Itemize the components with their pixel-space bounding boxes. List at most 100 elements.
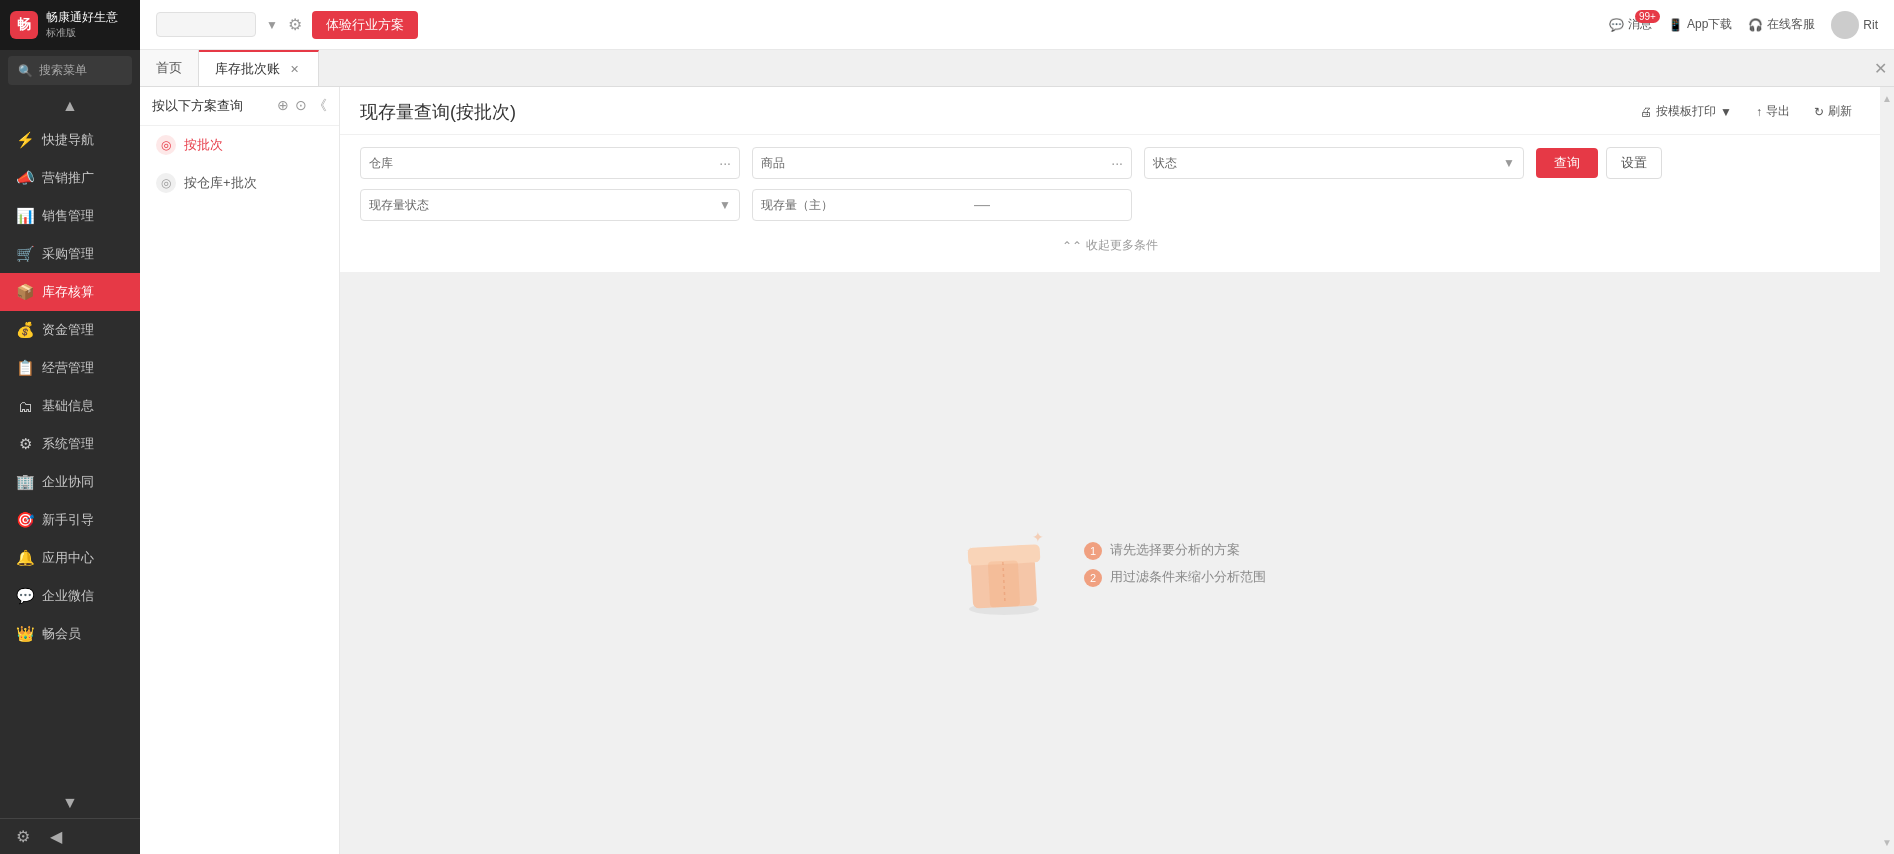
page-header-actions: 🖨 按模板打印 ▼ ↑ 导出 ↻ 刷新 (1632, 99, 1860, 124)
inventory-status-filter[interactable]: 现存量状态 ▼ (360, 189, 740, 221)
sidebar-item-quick-nav[interactable]: ⚡ 快捷导航 (0, 121, 140, 159)
topbar-search-box[interactable] (156, 12, 256, 37)
online-service-action[interactable]: 🎧 在线客服 (1748, 16, 1815, 33)
quick-nav-icon: ⚡ (16, 131, 34, 149)
topbar-gear-icon[interactable]: ⚙ (288, 15, 302, 34)
collapse-up-icon: ⌃⌃ (1062, 239, 1082, 253)
refresh-label: 刷新 (1828, 103, 1852, 120)
page-title: 现存量查询(按批次) (360, 100, 516, 124)
query-button[interactable]: 查询 (1536, 148, 1598, 178)
sidebar-item-corp-wechat[interactable]: 💬 企业微信 (0, 577, 140, 615)
filter-actions: 查询 设置 (1536, 147, 1662, 179)
sidebar-item-system[interactable]: ⚙ 系统管理 (0, 425, 140, 463)
sidebar-item-member[interactable]: 👑 畅会员 (0, 615, 140, 653)
sidebar-item-operation[interactable]: 📋 经营管理 (0, 349, 140, 387)
sidebar-search[interactable]: 🔍 搜索菜单 (8, 56, 132, 85)
sidebar-scroll-up[interactable]: ▲ (58, 93, 82, 119)
right-scrollbar: ▲ ▼ (1880, 87, 1894, 854)
warehouse-filter[interactable]: 仓库 ··· (360, 147, 740, 179)
guide-icon: 🎯 (16, 511, 34, 529)
sidebar-item-inventory[interactable]: 📦 库存核算 (0, 273, 140, 311)
message-action[interactable]: 💬 消息 99+ (1609, 16, 1652, 33)
add-scheme-icon[interactable]: ⊕ (277, 97, 289, 115)
settings-scheme-icon[interactable]: ⊙ (295, 97, 307, 115)
inventory-qty-filter[interactable]: 现存量（主） — (752, 189, 1132, 221)
inventory-icon: 📦 (16, 283, 34, 301)
settings-button[interactable]: 设置 (1606, 147, 1662, 179)
collapse-icon[interactable]: ◀ (50, 827, 62, 846)
status-filter[interactable]: 状态 ▼ (1144, 147, 1524, 179)
app-title: 畅康通好生意 (46, 10, 118, 26)
svg-text:✦: ✦ (1032, 529, 1044, 545)
tip-text-2: 用过滤条件来缩小分析范围 (1110, 568, 1266, 586)
filter-row-1: 仓库 ··· 商品 ··· 状态 ▼ 查询 (360, 147, 1860, 179)
warehouse-more-icon[interactable]: ··· (719, 155, 731, 171)
sidebar-scroll-down[interactable]: ▼ (58, 790, 82, 816)
user-menu[interactable]: Rit (1831, 11, 1878, 39)
right-panel: 现存量查询(按批次) 🖨 按模板打印 ▼ ↑ 导出 ↻ 刷新 (340, 87, 1880, 854)
scroll-down-arrow[interactable]: ▼ (1880, 835, 1894, 850)
left-panel-header: 按以下方案查询 ⊕ ⊙ 《 (140, 87, 339, 126)
search-icon: 🔍 (18, 64, 33, 78)
avatar (1831, 11, 1859, 39)
refresh-button[interactable]: ↻ 刷新 (1806, 99, 1860, 124)
empty-tips: 1 请先选择要分析的方案 2 用过滤条件来缩小分析范围 (1084, 541, 1266, 587)
app-download-label: App下载 (1687, 16, 1732, 33)
enterprise-icon: 🏢 (16, 473, 34, 491)
sales-icon: 📊 (16, 207, 34, 225)
inventory-status-label: 现存量状态 (369, 197, 437, 214)
purchase-icon: 🛒 (16, 245, 34, 263)
sidebar-item-sales[interactable]: 📊 销售管理 (0, 197, 140, 235)
scheme-item-by-batch[interactable]: ◎ 按批次 (140, 126, 339, 164)
topbar-actions: 💬 消息 99+ 📱 App下载 🎧 在线客服 Rit (1609, 11, 1878, 39)
sidebar-item-label: 快捷导航 (42, 131, 94, 149)
sidebar-item-label: 企业微信 (42, 587, 94, 605)
collapse-left-icon[interactable]: 《 (313, 97, 327, 115)
settings-icon[interactable]: ⚙ (16, 827, 30, 846)
page-header: 现存量查询(按批次) 🖨 按模板打印 ▼ ↑ 导出 ↻ 刷新 (340, 87, 1880, 135)
empty-illustration: ✦ ✦ (954, 514, 1054, 614)
product-filter[interactable]: 商品 ··· (752, 147, 1132, 179)
empty-content: ✦ ✦ 1 请先选择要分析的方案 2 用过滤条件来缩小分析范围 (954, 514, 1266, 614)
sidebar-item-label: 系统管理 (42, 435, 94, 453)
tab-close-icon[interactable]: ✕ (286, 61, 302, 77)
status-arrow-icon[interactable]: ▼ (1503, 156, 1515, 170)
tab-home[interactable]: 首页 (140, 50, 199, 86)
sidebar-item-app-center[interactable]: 🔔 应用中心 (0, 539, 140, 577)
tab-batch-account[interactable]: 库存批次账 ✕ (199, 50, 319, 86)
export-icon: ↑ (1756, 105, 1762, 119)
collapse-filters-button[interactable]: ⌃⌃ 收起更多条件 (360, 231, 1860, 260)
scheme-item-by-warehouse-batch[interactable]: ◎ 按仓库+批次 (140, 164, 339, 202)
inventory-status-arrow[interactable]: ▼ (719, 198, 731, 212)
sidebar-item-purchase[interactable]: 🛒 采购管理 (0, 235, 140, 273)
sidebar: 畅 畅康通好生意 标准版 🔍 搜索菜单 ▲ ⚡ 快捷导航 📣 营销推广 📊 销售… (0, 0, 140, 854)
app-download-action[interactable]: 📱 App下载 (1668, 16, 1732, 33)
product-more-icon[interactable]: ··· (1111, 155, 1123, 171)
sidebar-item-enterprise[interactable]: 🏢 企业协同 (0, 463, 140, 501)
message-icon: 💬 (1609, 18, 1624, 32)
sidebar-item-label: 经营管理 (42, 359, 94, 377)
sidebar-item-guide[interactable]: 🎯 新手引导 (0, 501, 140, 539)
scroll-up-arrow[interactable]: ▲ (1880, 91, 1894, 106)
service-icon: 🎧 (1748, 18, 1763, 32)
tip-text-1: 请先选择要分析的方案 (1110, 541, 1240, 559)
tab-home-label: 首页 (156, 59, 182, 77)
sidebar-item-label: 新手引导 (42, 511, 94, 529)
svg-rect-3 (988, 560, 1020, 608)
operation-icon: 📋 (16, 359, 34, 377)
basic-icon: 🗂 (16, 398, 34, 415)
topbar-search-text (167, 17, 211, 32)
export-button[interactable]: ↑ 导出 (1748, 99, 1798, 124)
topbar-chevron-icon[interactable]: ▼ (266, 18, 278, 32)
sidebar-item-basic[interactable]: 🗂 基础信息 (0, 387, 140, 425)
collapse-label: 收起更多条件 (1086, 237, 1158, 254)
left-panel-actions: ⊕ ⊙ 《 (277, 97, 327, 115)
print-dropdown-icon[interactable]: ▼ (1720, 105, 1732, 119)
sidebar-item-finance[interactable]: 💰 资金管理 (0, 311, 140, 349)
experience-button[interactable]: 体验行业方案 (312, 11, 418, 39)
tip-num-1: 1 (1084, 542, 1102, 560)
sidebar-item-marketing[interactable]: 📣 营销推广 (0, 159, 140, 197)
print-button[interactable]: 🖨 按模板打印 ▼ (1632, 99, 1740, 124)
tabs-close-all-button[interactable]: ✕ (1866, 54, 1894, 82)
filter-row-2: 现存量状态 ▼ 现存量（主） — (360, 189, 1860, 221)
